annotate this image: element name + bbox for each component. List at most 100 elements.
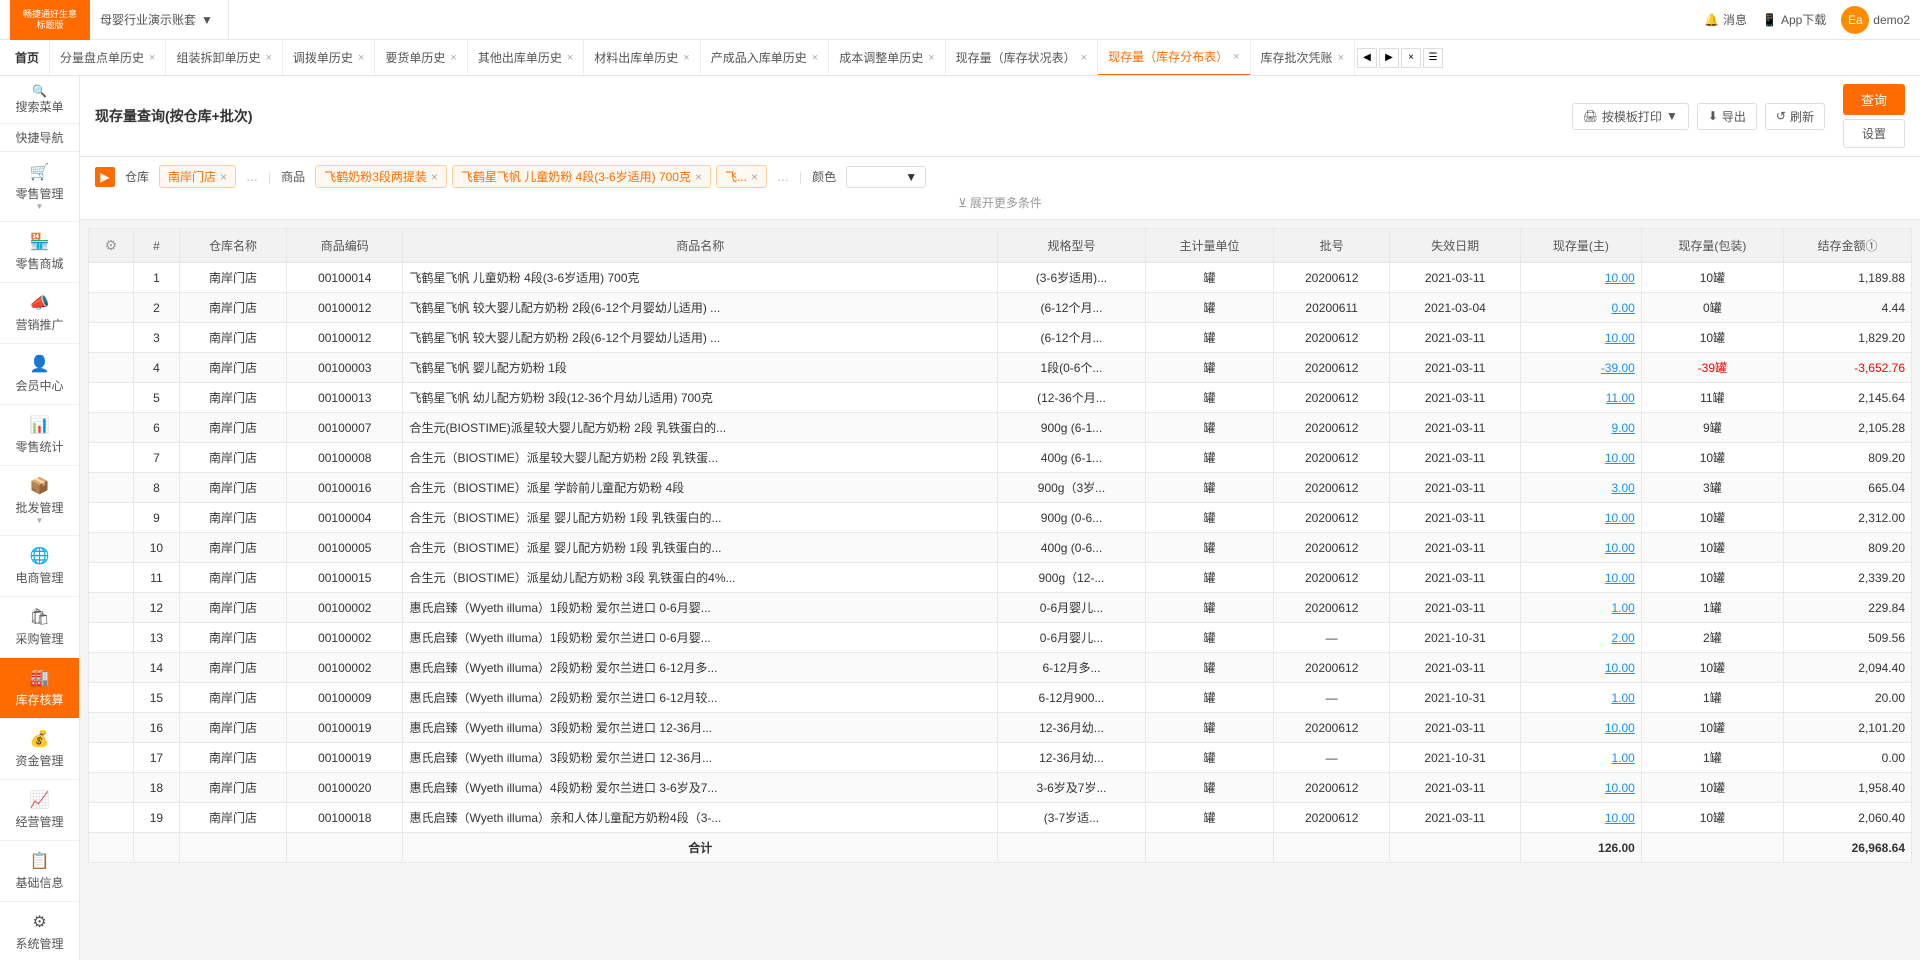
- sidebar-item-retail-shop[interactable]: 🏪 零售商城: [0, 222, 79, 283]
- header-right: 🔔 消息 📱 App下载 Ea demo2: [1704, 6, 1910, 34]
- tab-inventory-dist[interactable]: 现存量（库存分布表） ×: [1098, 40, 1250, 76]
- tab-disassemble[interactable]: 组装拆卸单历史 ×: [166, 40, 282, 76]
- sidebar-item-inventory[interactable]: 🏭 库存核算: [0, 658, 79, 719]
- warehouse-tag-1[interactable]: 南岸门店 ×: [159, 165, 236, 188]
- sidebar-item-basic[interactable]: 📋 基础信息: [0, 841, 79, 902]
- product-tag-3[interactable]: 飞... ×: [716, 165, 767, 188]
- tab-adjust[interactable]: 调拨单历史 ×: [283, 40, 375, 76]
- remove-icon[interactable]: ×: [220, 170, 227, 184]
- user-profile[interactable]: Ea demo2: [1841, 6, 1910, 34]
- table-cell: 2021-03-11: [1390, 383, 1520, 413]
- table-cell: [89, 593, 134, 623]
- close-icon[interactable]: ×: [1233, 51, 1239, 63]
- table-cell[interactable]: 9.00: [1520, 413, 1641, 443]
- table-cell[interactable]: -39.00: [1520, 353, 1641, 383]
- col-settings[interactable]: ⚙: [89, 229, 134, 263]
- product-more[interactable]: …: [777, 170, 789, 184]
- table-cell: 4.44: [1783, 293, 1911, 323]
- tab-batch-voucher[interactable]: 库存批次凭账 ×: [1251, 40, 1355, 76]
- table-cell: [89, 533, 134, 563]
- remove-icon[interactable]: ×: [431, 170, 438, 184]
- table-cell: 惠氏启臻（Wyeth illuma）2段奶粉 爱尔兰进口 6-12月较...: [403, 683, 998, 713]
- chevron-down-icon: ▼: [905, 170, 917, 184]
- tab-next-btn[interactable]: ▶: [1379, 48, 1399, 68]
- sidebar-item-purchase[interactable]: 🛍 采购管理: [0, 597, 79, 658]
- tab-home[interactable]: 首页: [5, 40, 50, 76]
- refresh-btn[interactable]: ↺ 刷新: [1765, 103, 1825, 130]
- close-icon[interactable]: ×: [683, 52, 689, 64]
- table-cell[interactable]: 10.00: [1520, 323, 1641, 353]
- table-cell: 南岸门店: [180, 413, 287, 443]
- app-download-btn[interactable]: 📱 App下载: [1762, 11, 1826, 28]
- table-cell[interactable]: 10.00: [1520, 263, 1641, 293]
- sidebar-item-system[interactable]: ⚙ 系统管理: [0, 902, 79, 960]
- table-cell[interactable]: 10.00: [1520, 503, 1641, 533]
- tab-product-in[interactable]: 产成品入库单历史 ×: [701, 40, 829, 76]
- sidebar-item-retail[interactable]: 🛒 零售管理 ▼: [0, 152, 79, 222]
- table-cell[interactable]: 10.00: [1520, 563, 1641, 593]
- table-cell[interactable]: 10.00: [1520, 803, 1641, 833]
- table-cell[interactable]: 3.00: [1520, 473, 1641, 503]
- expand-more-btn[interactable]: ⊻ 展开更多条件: [958, 194, 1042, 211]
- sidebar-item-finance[interactable]: 💰 资金管理: [0, 719, 79, 780]
- sidebar-item-marketing[interactable]: 📣 营销推广: [0, 283, 79, 344]
- product-tag-1[interactable]: 飞鹤奶粉3段两提装 ×: [315, 165, 447, 188]
- print-btn[interactable]: 🖨 按模板打印 ▼: [1572, 103, 1689, 130]
- tab-prev-btn[interactable]: ◀: [1357, 48, 1377, 68]
- settings-btn[interactable]: 设置: [1843, 119, 1905, 148]
- remove-icon[interactable]: ×: [695, 170, 702, 184]
- table-cell: 南岸门店: [180, 443, 287, 473]
- color-dropdown[interactable]: ▼: [846, 166, 926, 188]
- sidebar-search[interactable]: 🔍 搜索菜单: [0, 76, 79, 124]
- tab-close-all-btn[interactable]: ×: [1401, 48, 1421, 68]
- footer-empty-8: [1390, 833, 1520, 863]
- table-cell[interactable]: 10.00: [1520, 533, 1641, 563]
- close-icon[interactable]: ×: [149, 52, 155, 64]
- table-cell: 1段(0-6个...: [998, 353, 1146, 383]
- close-icon[interactable]: ×: [928, 52, 934, 64]
- tab-split[interactable]: 分量盘点单历史 ×: [50, 40, 166, 76]
- sidebar-item-ecommerce[interactable]: 🌐 电商管理: [0, 536, 79, 597]
- close-icon[interactable]: ×: [567, 52, 573, 64]
- remove-icon[interactable]: ×: [751, 170, 758, 184]
- table-cell[interactable]: 2.00: [1520, 623, 1641, 653]
- tab-request[interactable]: 要货单历史 ×: [375, 40, 467, 76]
- tab-menu-btn[interactable]: ☰: [1423, 48, 1443, 68]
- tab-cost-adjust[interactable]: 成本调整单历史 ×: [829, 40, 945, 76]
- table-cell[interactable]: 1.00: [1520, 743, 1641, 773]
- table-cell: -3,652.76: [1783, 353, 1911, 383]
- filter-expand-btn[interactable]: ▶: [95, 167, 115, 187]
- table-cell[interactable]: 0.00: [1520, 293, 1641, 323]
- account-selector[interactable]: 母婴行业演示账套 ▼: [90, 0, 229, 40]
- sidebar-item-wholesale[interactable]: 📦 批发管理 ▼: [0, 466, 79, 536]
- sidebar-item-retail-stats[interactable]: 📊 零售统计: [0, 405, 79, 466]
- sidebar-quick-nav[interactable]: 快捷导航: [0, 124, 79, 152]
- tab-inventory-status[interactable]: 现存量（库存状况表） ×: [946, 40, 1098, 76]
- close-icon[interactable]: ×: [450, 52, 456, 64]
- query-btn[interactable]: 查询: [1843, 84, 1905, 115]
- close-icon[interactable]: ×: [1338, 52, 1344, 64]
- table-cell[interactable]: 10.00: [1520, 443, 1641, 473]
- table-cell[interactable]: 10.00: [1520, 653, 1641, 683]
- table-cell[interactable]: 1.00: [1520, 593, 1641, 623]
- settings-icon[interactable]: ⚙: [105, 237, 118, 253]
- table-cell: 20200612: [1273, 773, 1389, 803]
- close-icon[interactable]: ×: [358, 52, 364, 64]
- tab-material-out[interactable]: 材料出库单历史 ×: [584, 40, 700, 76]
- table-cell[interactable]: 10.00: [1520, 713, 1641, 743]
- col-expiry: 失效日期: [1390, 229, 1520, 263]
- export-btn[interactable]: ⬇ 导出: [1697, 103, 1757, 130]
- close-icon[interactable]: ×: [1081, 52, 1087, 64]
- table-cell[interactable]: 10.00: [1520, 773, 1641, 803]
- close-icon[interactable]: ×: [265, 52, 271, 64]
- tab-other-out[interactable]: 其他出库单历史 ×: [468, 40, 584, 76]
- table-cell[interactable]: 11.00: [1520, 383, 1641, 413]
- message-btn[interactable]: 🔔 消息: [1704, 11, 1747, 28]
- sidebar-item-member[interactable]: 👤 会员中心: [0, 344, 79, 405]
- warehouse-more[interactable]: …: [246, 170, 258, 184]
- close-icon[interactable]: ×: [812, 52, 818, 64]
- table-cell[interactable]: 1.00: [1520, 683, 1641, 713]
- sidebar-item-operation[interactable]: 📈 经营管理: [0, 780, 79, 841]
- table-cell: 南岸门店: [180, 353, 287, 383]
- product-tag-2[interactable]: 飞鹤星飞帆 儿童奶粉 4段(3-6岁适用) 700克 ×: [452, 165, 711, 188]
